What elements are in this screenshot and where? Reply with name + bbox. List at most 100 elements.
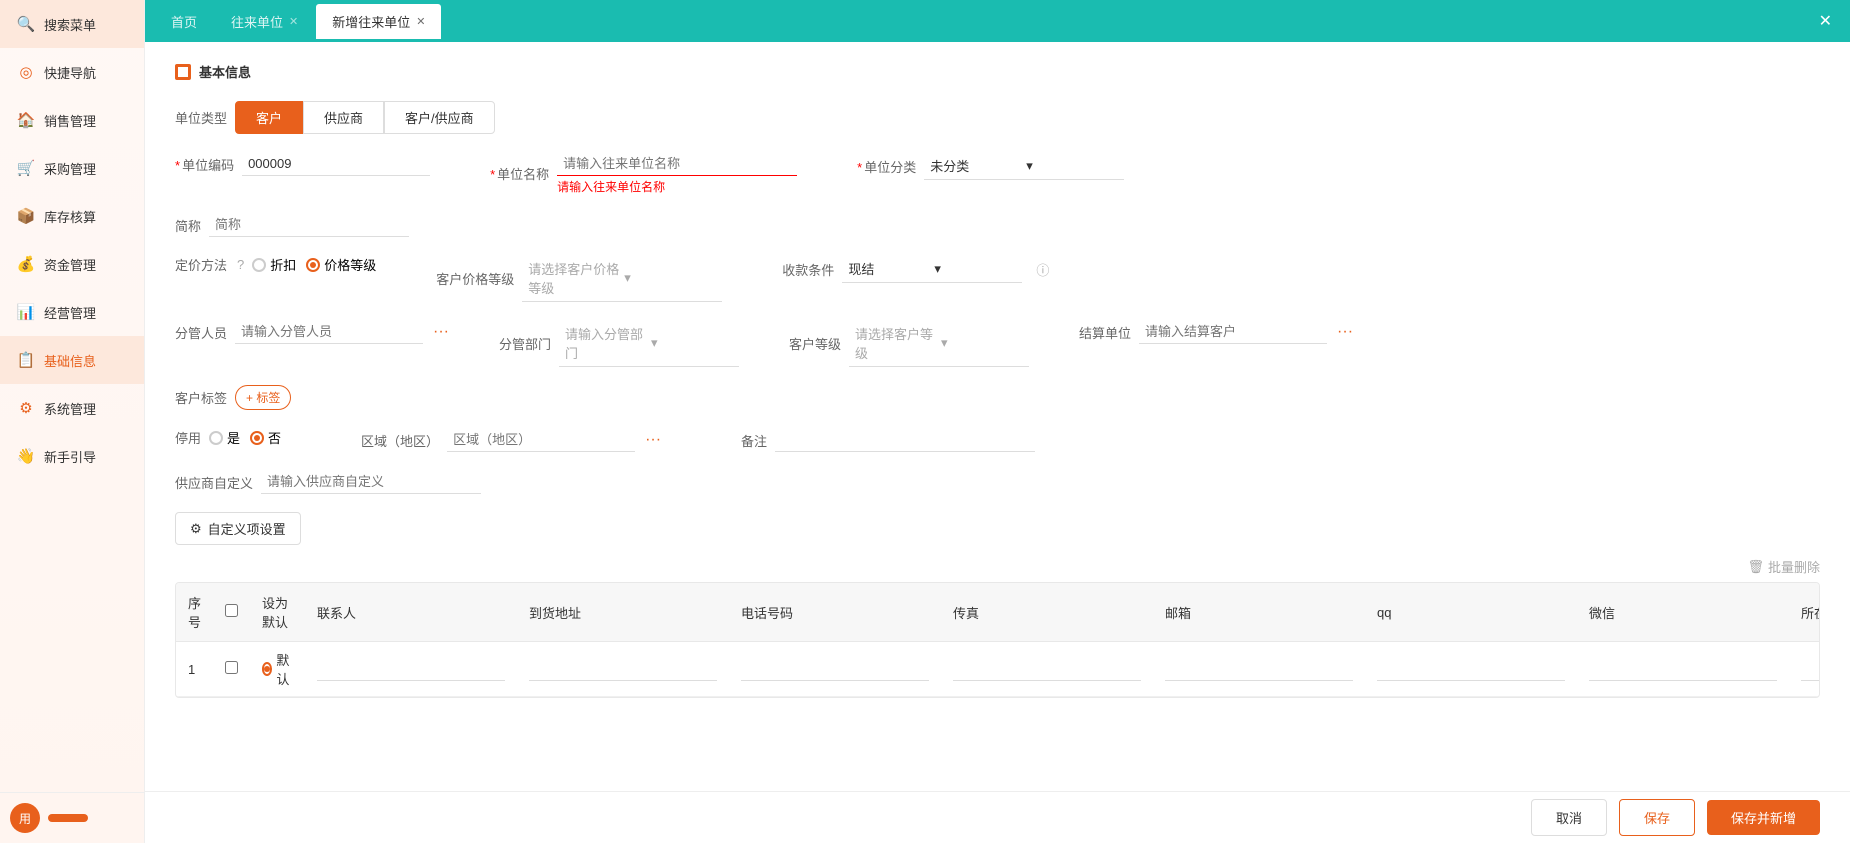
customer-level-select[interactable]: 请选择客户等级 ▾ (849, 320, 1029, 367)
unit-type-both-btn[interactable]: 客户/供应商 (384, 101, 495, 134)
payment-terms-select[interactable]: 现结 ▾ (842, 255, 1022, 283)
pricing-level-radio[interactable]: 价格等级 (306, 255, 376, 274)
remark-input[interactable] (775, 428, 1035, 452)
settlement-field: 结算单位 ··· (1079, 320, 1353, 344)
manager-more-icon[interactable]: ··· (433, 323, 449, 341)
supplier-custom-input[interactable] (261, 470, 481, 494)
col-email: 邮箱 (1153, 583, 1365, 642)
custom-settings-button[interactable]: ⚙ 自定义项设置 (175, 512, 301, 545)
unit-name-error: 请输入往来单位名称 (557, 178, 797, 195)
disabled-no-label: 否 (268, 428, 281, 447)
main-content: 首页 往来单位 ✕ 新增往来单位 ✕ ✕ 基本信息 单位类型 客户 供应商 (145, 0, 1850, 843)
sidebar-item-guide[interactable]: 👋 新手引导 (0, 432, 144, 480)
batch-delete-label[interactable]: 批量删除 (1768, 557, 1820, 576)
customer-level-placeholder: 请选择客户等级 (855, 324, 937, 362)
supplier-custom-row: 供应商自定义 (175, 470, 1820, 494)
unit-type-supplier-btn[interactable]: 供应商 (303, 101, 384, 134)
add-tag-button[interactable]: + 标签 (235, 385, 291, 410)
sidebar-item-finance[interactable]: 💰 资金管理 (0, 240, 144, 288)
supplier-custom-field: 供应商自定义 (175, 470, 481, 494)
department-placeholder: 请输入分管部门 (565, 324, 647, 362)
pricing-row: 定价方法 ? 折扣 价格等级 客户价格等级 请选择客户价格等级 (175, 255, 1820, 302)
settlement-input[interactable] (1139, 320, 1327, 344)
row-region-input[interactable] (1801, 657, 1820, 681)
sidebar-item-inventory[interactable]: 📦 库存核算 (0, 192, 144, 240)
row-index: 1 (176, 642, 213, 697)
row-checkbox[interactable] (225, 661, 238, 674)
sidebar-item-label: 系统管理 (44, 399, 96, 418)
supplier-custom-label: 供应商自定义 (175, 473, 253, 492)
tab-new-partner-close[interactable]: ✕ (416, 15, 425, 28)
pricing-level-label: 价格等级 (324, 255, 376, 274)
manager-input[interactable] (235, 320, 423, 344)
row-fax-input[interactable] (953, 657, 1141, 681)
cancel-button[interactable]: 取消 (1531, 799, 1607, 836)
payment-terms-help-icon[interactable]: ⓘ (1036, 260, 1049, 279)
unit-category-field: 单位分类 未分类 ▾ (857, 152, 1124, 180)
unit-name-group: 请输入往来单位名称 (557, 152, 797, 195)
sidebar-item-quicknav[interactable]: ◎ 快捷导航 (0, 48, 144, 96)
tab-bar: 首页 往来单位 ✕ 新增往来单位 ✕ ✕ (145, 0, 1850, 42)
table-header-row: 序号 设为默认 联系人 到货地址 电话号码 传真 邮箱 qq 微信 所在地区 操… (176, 583, 1820, 642)
pricing-radio-group: 折扣 价格等级 (252, 255, 376, 274)
tab-new-partner-label: 新增往来单位 (332, 12, 410, 31)
unit-type-group: 客户 供应商 客户/供应商 (235, 101, 495, 134)
row-phone-cell (729, 642, 941, 697)
region-input[interactable] (447, 428, 635, 452)
search-icon: 🔍 (16, 14, 36, 34)
customer-level-label: 客户等级 (789, 334, 841, 353)
customer-price-select[interactable]: 请选择客户价格等级 ▾ (522, 255, 722, 302)
row-address-input[interactable] (529, 657, 717, 681)
save-button[interactable]: 保存 (1619, 799, 1695, 836)
pricing-method-field: 定价方法 ? 折扣 价格等级 (175, 255, 376, 274)
operations-icon: 📊 (16, 302, 36, 322)
row-contact-input[interactable] (317, 657, 505, 681)
pricing-method-label: 定价方法 (175, 255, 227, 274)
tab-partners-close[interactable]: ✕ (289, 15, 298, 28)
col-checkbox (213, 583, 250, 642)
save-new-button[interactable]: 保存并新增 (1707, 800, 1820, 835)
sidebar-item-system[interactable]: ⚙ 系统管理 (0, 384, 144, 432)
unit-code-field: 单位编码 (175, 152, 430, 176)
tab-partners[interactable]: 往来单位 ✕ (215, 4, 314, 39)
settlement-more-icon[interactable]: ··· (1337, 323, 1353, 341)
disabled-yes-radio[interactable]: 是 (209, 428, 240, 447)
user-avatar: 用 (10, 803, 40, 833)
sidebar-item-basic[interactable]: 📋 基础信息 (0, 336, 144, 384)
unit-code-input[interactable] (242, 152, 430, 176)
row-email-input[interactable] (1165, 657, 1353, 681)
row-contact-cell (305, 642, 517, 697)
unit-type-field: 单位类型 客户 供应商 客户/供应商 (175, 101, 495, 134)
window-close-button[interactable]: ✕ (1811, 7, 1840, 35)
row-default-radio[interactable]: 默认 (262, 650, 293, 688)
custom-settings-label: 自定义项设置 (208, 519, 286, 538)
row-qq-input[interactable] (1377, 657, 1565, 681)
row-phone-input[interactable] (741, 657, 929, 681)
col-phone: 电话号码 (729, 583, 941, 642)
tab-new-partner[interactable]: 新增往来单位 ✕ (316, 4, 441, 39)
disabled-no-radio[interactable]: 否 (250, 428, 281, 447)
basic-icon: 📋 (16, 350, 36, 370)
sidebar-item-sales[interactable]: 🏠 销售管理 (0, 96, 144, 144)
sidebar-item-label: 基础信息 (44, 351, 96, 370)
pricing-discount-radio[interactable]: 折扣 (252, 255, 296, 274)
short-name-input[interactable] (209, 213, 409, 237)
unit-type-customer-btn[interactable]: 客户 (235, 101, 303, 134)
unit-type-label: 单位类型 (175, 108, 227, 127)
sidebar-item-operations[interactable]: 📊 经营管理 (0, 288, 144, 336)
row-wechat-input[interactable] (1589, 657, 1777, 681)
sidebar-item-purchase[interactable]: 🛒 采购管理 (0, 144, 144, 192)
sidebar-item-search[interactable]: 🔍 搜索菜单 (0, 0, 144, 48)
tab-home[interactable]: 首页 (155, 4, 213, 39)
row-qq-cell (1365, 642, 1577, 697)
disabled-field: 停用 是 否 (175, 428, 281, 447)
section-header: 基本信息 (175, 62, 1820, 81)
unit-name-input[interactable] (557, 152, 797, 176)
select-all-checkbox[interactable] (225, 604, 238, 617)
section-icon (175, 64, 191, 80)
department-select[interactable]: 请输入分管部门 ▾ (559, 320, 739, 367)
unit-category-select[interactable]: 未分类 ▾ (924, 152, 1124, 180)
pricing-help-icon[interactable]: ? (237, 257, 244, 272)
region-more-icon[interactable]: ··· (645, 431, 661, 449)
payment-terms-field: 收款条件 现结 ▾ ⓘ (782, 255, 1049, 283)
